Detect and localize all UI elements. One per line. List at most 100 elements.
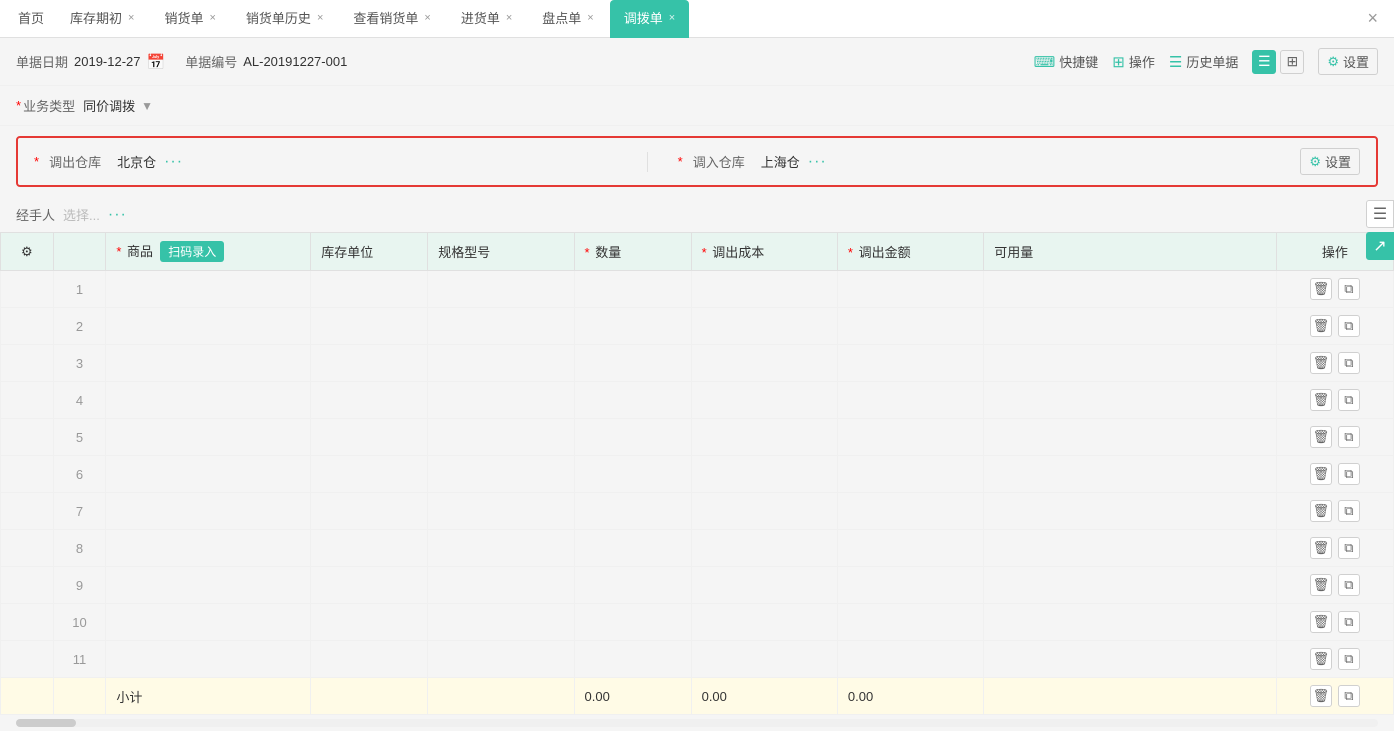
operations-button[interactable]: ⊞ 操作	[1112, 52, 1155, 71]
row-product-cell[interactable]	[106, 419, 311, 456]
row-cost-cell[interactable]	[691, 419, 837, 456]
tab-sales-history[interactable]: 销货单历史 ×	[232, 0, 337, 38]
copy-row-button[interactable]: ⧉	[1338, 648, 1360, 670]
row-qty-cell[interactable]	[574, 308, 691, 345]
row-cost-cell[interactable]	[691, 308, 837, 345]
col-cost-label: 调出成本	[712, 245, 764, 260]
row-product-cell[interactable]	[106, 456, 311, 493]
delete-row-button[interactable]: 🗑	[1310, 389, 1332, 411]
copy-row-button[interactable]: ⧉	[1338, 574, 1360, 596]
row-qty-cell[interactable]	[574, 567, 691, 604]
warehouse-setting-button[interactable]: ⚙ 设置	[1300, 148, 1360, 175]
row-cost-cell[interactable]	[691, 456, 837, 493]
row-product-cell[interactable]	[106, 641, 311, 678]
copy-row-button[interactable]: ⧉	[1338, 278, 1360, 300]
tab-home[interactable]: 首页	[8, 0, 54, 38]
calendar-icon[interactable]: 📅	[147, 53, 166, 71]
copy-row-button[interactable]: ⧉	[1338, 500, 1360, 522]
tab-inventory-close[interactable]: ×	[587, 12, 593, 24]
row-avail-cell	[984, 271, 1277, 308]
setting-button[interactable]: ⚙ 设置	[1318, 48, 1378, 75]
copy-row-button[interactable]: ⧉	[1338, 611, 1360, 633]
tab-view-sales[interactable]: 查看销货单 ×	[339, 0, 444, 38]
subtotal-copy-button[interactable]: ⧉	[1338, 685, 1360, 707]
row-cost-cell[interactable]	[691, 641, 837, 678]
row-product-cell[interactable]	[106, 382, 311, 419]
row-cost-cell[interactable]	[691, 271, 837, 308]
tab-stock-init-close[interactable]: ×	[128, 12, 134, 24]
copy-row-button[interactable]: ⧉	[1338, 315, 1360, 337]
handler-input[interactable]: 选择...	[63, 205, 100, 224]
history-button[interactable]: ☰ 历史单据	[1169, 52, 1238, 71]
row-product-cell[interactable]	[106, 567, 311, 604]
row-spec-cell	[428, 419, 574, 456]
delete-row-button[interactable]: 🗑	[1310, 574, 1332, 596]
copy-row-button[interactable]: ⧉	[1338, 352, 1360, 374]
row-qty-cell[interactable]	[574, 641, 691, 678]
copy-row-button[interactable]: ⧉	[1338, 537, 1360, 559]
row-qty-cell[interactable]	[574, 530, 691, 567]
shortcuts-button[interactable]: ⌨ 快捷键	[1034, 52, 1099, 71]
delete-row-button[interactable]: 🗑	[1310, 315, 1332, 337]
tab-transfer[interactable]: 调拨单 ×	[610, 0, 689, 38]
row-product-cell[interactable]	[106, 308, 311, 345]
delete-row-button[interactable]: 🗑	[1310, 648, 1332, 670]
layout-list-button[interactable]: ☰	[1252, 50, 1276, 74]
row-spec-cell	[428, 641, 574, 678]
row-cost-cell[interactable]	[691, 382, 837, 419]
row-qty-cell[interactable]	[574, 419, 691, 456]
business-type-select[interactable]: 同价调拨 ▼	[83, 96, 153, 115]
row-cost-cell[interactable]	[691, 567, 837, 604]
copy-row-button[interactable]: ⧉	[1338, 389, 1360, 411]
tab-purchase[interactable]: 进货单 ×	[447, 0, 526, 38]
float-export-button[interactable]: ↗	[1366, 232, 1394, 260]
row-product-cell[interactable]	[106, 271, 311, 308]
copy-row-button[interactable]: ⧉	[1338, 463, 1360, 485]
horizontal-scrollbar[interactable]	[16, 719, 1378, 727]
tab-transfer-close[interactable]: ×	[669, 12, 675, 24]
tab-sales-order[interactable]: 销货单 ×	[150, 0, 229, 38]
tab-transfer-label: 调拨单	[624, 8, 663, 27]
handler-more-button[interactable]: ···	[108, 206, 127, 224]
delete-row-button[interactable]: 🗑	[1310, 426, 1332, 448]
row-cost-cell[interactable]	[691, 604, 837, 641]
row-cost-cell[interactable]	[691, 345, 837, 382]
tab-purchase-close[interactable]: ×	[506, 12, 512, 24]
business-type-chevron[interactable]: ▼	[141, 99, 153, 113]
scan-button[interactable]: 扫码录入	[160, 241, 224, 262]
window-close-button[interactable]: ×	[1359, 8, 1386, 29]
row-qty-cell[interactable]	[574, 456, 691, 493]
warehouse-in-more-button[interactable]: ···	[808, 153, 827, 171]
row-qty-cell[interactable]	[574, 271, 691, 308]
delete-row-button[interactable]: 🗑	[1310, 278, 1332, 300]
row-product-cell[interactable]	[106, 530, 311, 567]
copy-row-button[interactable]: ⧉	[1338, 426, 1360, 448]
table-row: 6 🗑 ⧉	[1, 456, 1394, 493]
delete-row-button[interactable]: 🗑	[1310, 352, 1332, 374]
tab-inventory[interactable]: 盘点单 ×	[528, 0, 607, 38]
subtotal-delete-button[interactable]: 🗑	[1310, 685, 1332, 707]
gear-col-icon[interactable]: ⚙	[21, 244, 33, 259]
delete-row-button[interactable]: 🗑	[1310, 463, 1332, 485]
scroll-thumb[interactable]	[16, 719, 76, 727]
row-qty-cell[interactable]	[574, 345, 691, 382]
row-qty-cell[interactable]	[574, 493, 691, 530]
row-op-cell: 🗑 ⧉	[1276, 271, 1393, 308]
row-cost-cell[interactable]	[691, 530, 837, 567]
delete-row-button[interactable]: 🗑	[1310, 500, 1332, 522]
layout-grid-button[interactable]: ⊞	[1280, 50, 1304, 74]
row-qty-cell[interactable]	[574, 604, 691, 641]
row-product-cell[interactable]	[106, 345, 311, 382]
delete-row-button[interactable]: 🗑	[1310, 611, 1332, 633]
tab-sales-order-close[interactable]: ×	[209, 12, 215, 24]
row-cost-cell[interactable]	[691, 493, 837, 530]
row-product-cell[interactable]	[106, 493, 311, 530]
warehouse-out-more-button[interactable]: ···	[164, 153, 183, 171]
row-product-cell[interactable]	[106, 604, 311, 641]
row-qty-cell[interactable]	[574, 382, 691, 419]
tab-sales-history-close[interactable]: ×	[317, 12, 323, 24]
tab-stock-init[interactable]: 库存期初 ×	[56, 0, 148, 38]
tab-view-sales-close[interactable]: ×	[424, 12, 430, 24]
float-list-button[interactable]: ☰	[1366, 200, 1394, 228]
delete-row-button[interactable]: 🗑	[1310, 537, 1332, 559]
